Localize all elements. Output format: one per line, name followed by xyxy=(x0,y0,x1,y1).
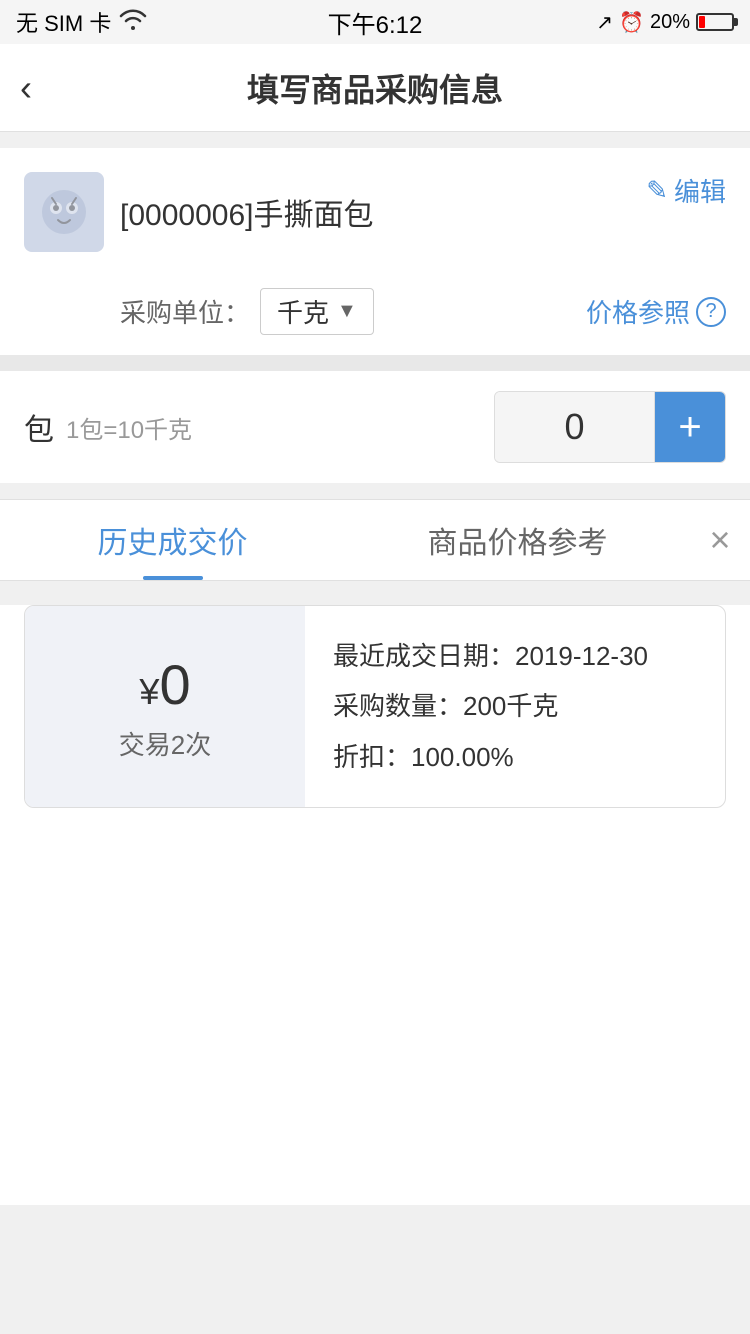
product-image xyxy=(24,172,104,252)
history-card: ¥0 交易2次 最近成交日期：2019-12-30 采购数量：200千克 折扣：… xyxy=(24,605,726,808)
edit-button[interactable]: ✎ 编辑 xyxy=(646,172,726,209)
page-title: 填写商品采购信息 xyxy=(247,65,503,111)
quantity-row-info: 采购数量：200千克 xyxy=(333,688,697,724)
tab2-label: 商品价格参考 xyxy=(428,518,608,562)
unit-select[interactable]: 千克 ▼ xyxy=(260,288,374,335)
quantity-left: 包 1包=10千克 xyxy=(24,405,192,449)
location-icon: ↗ xyxy=(596,10,613,35)
battery-icon xyxy=(696,11,734,34)
help-icon: ? xyxy=(696,297,726,327)
unit-value: 千克 xyxy=(277,293,329,330)
alarm-icon: ⏰ xyxy=(619,10,644,35)
nav-bar: ‹ 填写商品采购信息 xyxy=(0,44,750,132)
status-carrier: 无 SIM 卡 xyxy=(16,6,147,38)
status-time: 下午6:12 xyxy=(328,5,423,40)
close-icon: × xyxy=(709,519,730,561)
battery-percent: 20% xyxy=(650,11,690,34)
chevron-down-icon: ▼ xyxy=(337,300,357,323)
wifi-icon xyxy=(119,8,147,36)
quantity-value: 200千克 xyxy=(463,691,558,721)
tab-close-button[interactable]: × xyxy=(690,500,750,580)
discount-row: 折扣：100.00% xyxy=(333,739,697,775)
tabs-container: 历史成交价 商品价格参考 × xyxy=(0,499,750,581)
back-button[interactable]: ‹ xyxy=(20,67,32,109)
quantity-display[interactable]: 0 xyxy=(495,392,655,462)
edit-icon: ✎ xyxy=(646,175,668,206)
quantity-input-group: 0 + xyxy=(494,391,726,463)
product-name: [0000006]手撕面包 xyxy=(120,190,373,234)
status-right: ↗ ⏰ 20% xyxy=(596,10,734,35)
price-value: 0 xyxy=(159,653,190,716)
product-left: [0000006]手撕面包 xyxy=(24,172,373,252)
product-card: [0000006]手撕面包 ✎ 编辑 采购单位： 千克 ▼ 价格参照 ? xyxy=(0,148,750,355)
price-reference-button[interactable]: 价格参照 ? xyxy=(586,293,726,330)
tab-content: ¥0 交易2次 最近成交日期：2019-12-30 采购数量：200千克 折扣：… xyxy=(0,605,750,1205)
quantity-unit-sub: 1包=10千克 xyxy=(66,410,192,445)
product-unit-row: 采购单位： 千克 ▼ 价格参照 ? xyxy=(24,272,726,355)
divider-bar xyxy=(0,355,750,371)
tab-active-indicator xyxy=(143,576,203,580)
discount-label: 折扣： xyxy=(333,742,411,772)
tabs-row: 历史成交价 商品价格参考 × xyxy=(0,500,750,581)
edit-label: 编辑 xyxy=(674,172,726,209)
history-info-panel: 最近成交日期：2019-12-30 采购数量：200千克 折扣：100.00% xyxy=(305,606,725,807)
trade-date-row: 最近成交日期：2019-12-30 xyxy=(333,638,697,674)
unit-label: 采购单位： xyxy=(120,293,250,330)
quantity-row: 包 1包=10千克 0 + xyxy=(0,371,750,483)
history-price-display: ¥0 xyxy=(139,652,190,717)
status-bar: 无 SIM 卡 下午6:12 ↗ ⏰ 20% xyxy=(0,0,750,44)
tab-history-price[interactable]: 历史成交价 xyxy=(0,500,345,580)
trade-date-label: 最近成交日期： xyxy=(333,641,515,671)
quantity-label: 采购数量： xyxy=(333,691,463,721)
quantity-unit-label: 包 xyxy=(24,405,54,449)
product-header: [0000006]手撕面包 ✎ 编辑 xyxy=(24,172,726,252)
price-ref-label: 价格参照 xyxy=(586,293,690,330)
trade-count: 交易2次 xyxy=(119,725,211,762)
quantity-plus-button[interactable]: + xyxy=(655,392,725,462)
carrier-text: 无 SIM 卡 xyxy=(16,6,111,38)
history-price-panel: ¥0 交易2次 xyxy=(25,606,305,807)
discount-value: 100.00% xyxy=(411,742,514,772)
currency-symbol: ¥ xyxy=(139,671,159,712)
tab1-label: 历史成交价 xyxy=(98,518,248,562)
trade-date-value: 2019-12-30 xyxy=(515,641,648,671)
tab-price-reference[interactable]: 商品价格参考 xyxy=(345,500,690,580)
